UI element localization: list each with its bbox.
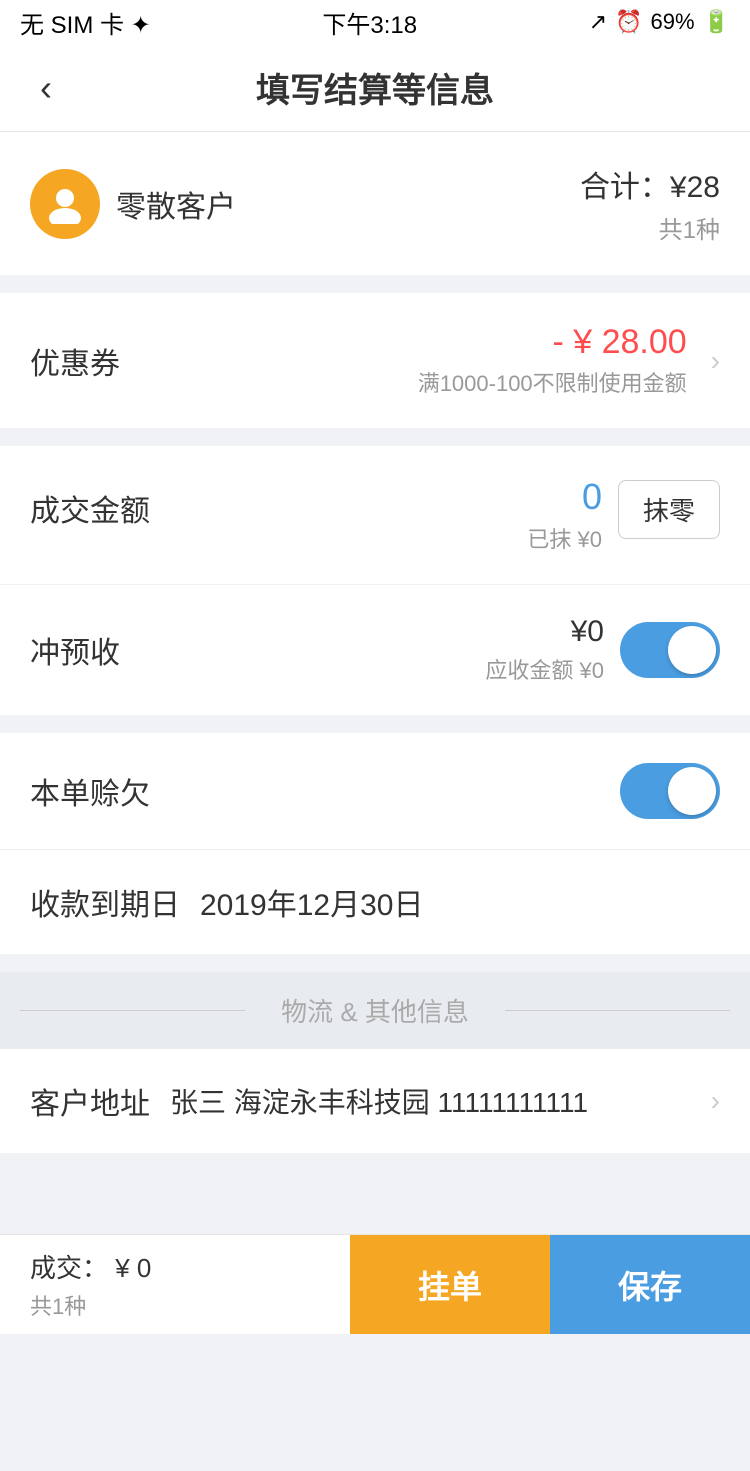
- transaction-value[interactable]: 0: [527, 476, 602, 518]
- prepayment-sub: 应收金额 ¥0: [485, 653, 604, 685]
- sim-status: 无 SIM 卡 ✦: [20, 5, 151, 40]
- transaction-row: 成交金额 0 已抹 ¥0 抹零: [0, 446, 750, 584]
- transaction-label: 成交金额: [30, 476, 150, 530]
- coupon-right: - ¥ 28.00 满1000-100不限制使用金额 ›: [418, 323, 720, 398]
- logistics-section: 物流 & 其他信息: [0, 972, 750, 1049]
- customer-left: 零散客户: [30, 169, 236, 239]
- round-zero-button[interactable]: 抹零: [618, 480, 720, 539]
- credit-label: 本单赊欠: [30, 769, 150, 813]
- coupon-label: 优惠券: [30, 339, 120, 383]
- status-time: 下午3:18: [322, 5, 417, 40]
- credit-right: [620, 763, 720, 819]
- status-right: ↗ ⏰ 69% 🔋: [589, 9, 730, 35]
- footer-info: 成交： ¥ 0 共1种: [0, 1248, 350, 1321]
- prepayment-label: 冲预收: [30, 628, 120, 672]
- battery-level: 69%: [651, 9, 695, 35]
- save-button[interactable]: 保存: [550, 1235, 750, 1334]
- page-title: 填写结算等信息: [256, 63, 494, 112]
- footer-deal-value: ¥ 0: [115, 1253, 151, 1283]
- address-value: 张三 海淀永丰科技园 11111111111: [170, 1081, 683, 1121]
- customer-count: 共1种: [580, 210, 720, 245]
- nav-bar: ‹ 填写结算等信息: [0, 44, 750, 132]
- address-card[interactable]: 客户地址 张三 海淀永丰科技园 11111111111 ›: [0, 1049, 750, 1153]
- due-date-row: 收款到期日 2019年12月30日: [0, 849, 750, 954]
- address-row[interactable]: 客户地址 张三 海淀永丰科技园 11111111111 ›: [0, 1049, 750, 1153]
- coupon-chevron: ›: [711, 345, 720, 377]
- prepayment-value-col: ¥0 应收金额 ¥0: [485, 615, 604, 685]
- due-date-label: 收款到期日: [30, 880, 180, 924]
- credit-toggle[interactable]: [620, 763, 720, 819]
- status-bar: 无 SIM 卡 ✦ 下午3:18 ↗ ⏰ 69% 🔋: [0, 0, 750, 44]
- customer-summary: 合计：¥28 共1种: [580, 162, 720, 245]
- transaction-value-col: 0 已抹 ¥0: [527, 476, 602, 554]
- avatar: [30, 169, 100, 239]
- footer-deal: 成交： ¥ 0: [30, 1248, 320, 1285]
- coupon-value-col: - ¥ 28.00 满1000-100不限制使用金额: [418, 323, 687, 398]
- credit-card: 本单赊欠 收款到期日 2019年12月30日: [0, 733, 750, 954]
- back-button[interactable]: ‹: [30, 57, 62, 119]
- customer-total: 合计：¥28: [580, 162, 720, 206]
- coupon-desc: 满1000-100不限制使用金额: [418, 366, 687, 398]
- customer-card: 零散客户 合计：¥28 共1种: [0, 132, 750, 275]
- prepayment-row: 冲预收 ¥0 应收金额 ¥0: [0, 584, 750, 715]
- due-date-value[interactable]: 2019年12月30日: [200, 880, 423, 924]
- status-left: 无 SIM 卡 ✦: [20, 5, 151, 40]
- coupon-row[interactable]: 优惠券 - ¥ 28.00 满1000-100不限制使用金额 ›: [0, 293, 750, 428]
- customer-row: 零散客户 合计：¥28 共1种: [0, 132, 750, 275]
- transaction-sub: 已抹 ¥0: [527, 522, 602, 554]
- prepayment-toggle[interactable]: [620, 622, 720, 678]
- address-label: 客户地址: [30, 1079, 150, 1123]
- location-icon: ↗: [589, 9, 607, 35]
- pending-button[interactable]: 挂单: [350, 1235, 550, 1334]
- credit-row: 本单赊欠: [0, 733, 750, 849]
- battery-icon: 🔋: [703, 9, 730, 35]
- prepayment-value: ¥0: [485, 615, 604, 649]
- footer-deal-label: 成交：: [30, 1253, 108, 1283]
- alarm-icon: ⏰: [615, 9, 642, 35]
- footer-count: 共1种: [30, 1289, 320, 1321]
- prepayment-right: ¥0 应收金额 ¥0: [485, 615, 720, 685]
- transaction-card: 成交金额 0 已抹 ¥0 抹零 冲预收 ¥0 应收金额 ¥0: [0, 446, 750, 715]
- coupon-value: - ¥ 28.00: [418, 323, 687, 362]
- transaction-right: 0 已抹 ¥0 抹零: [527, 476, 720, 554]
- coupon-card[interactable]: 优惠券 - ¥ 28.00 满1000-100不限制使用金额 ›: [0, 293, 750, 428]
- footer-bar: 成交： ¥ 0 共1种 挂单 保存: [0, 1234, 750, 1334]
- customer-name: 零散客户: [116, 182, 236, 226]
- address-chevron: ›: [711, 1085, 720, 1117]
- logistics-label: 物流 & 其他信息: [0, 972, 750, 1049]
